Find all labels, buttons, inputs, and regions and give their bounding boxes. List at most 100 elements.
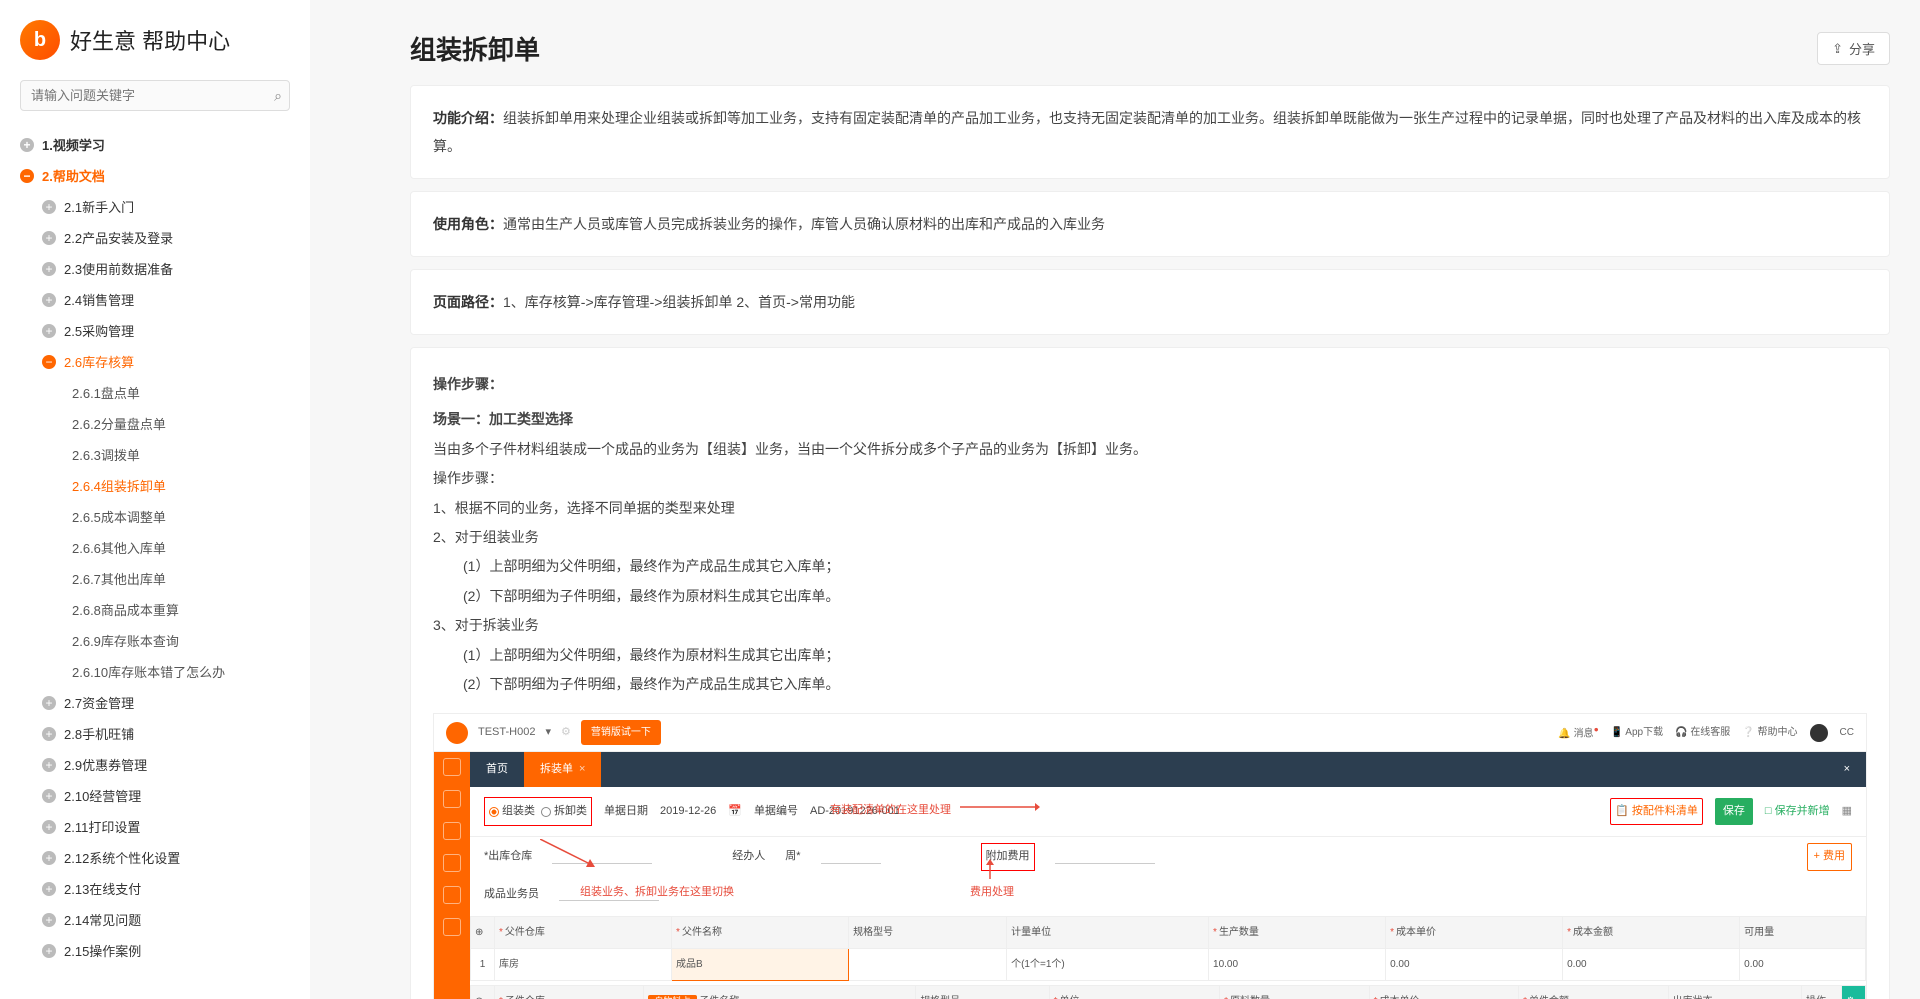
sidebar: b 好生意 帮助中心 ⌕ +1.视频学习 −2.帮助文档 +2.1新手入门 +2…: [0, 0, 310, 999]
ss-addfee-button: + 费用: [1807, 843, 1852, 870]
th-settings-icon: ⚙: [1842, 985, 1866, 999]
ss-nav-icon: [443, 918, 461, 936]
ss-trial-badge: 营销版试一下: [581, 720, 661, 745]
ss-op-label: 经办人: [732, 845, 765, 868]
nav-2-7[interactable]: +2.7资金管理: [20, 687, 290, 718]
nav-2-4[interactable]: +2.4销售管理: [20, 284, 290, 315]
arrow-icon: [980, 859, 1000, 879]
nav-2-6-5[interactable]: 2.6.5成本调整单: [20, 501, 290, 532]
search-icon[interactable]: ⌕: [274, 87, 282, 104]
steps-heading: 操作步骤：: [433, 370, 1867, 399]
plus-icon: +: [42, 262, 56, 276]
ss-app-link: 📱 App下载: [1611, 722, 1663, 743]
nav-2-9[interactable]: +2.9优惠券管理: [20, 749, 290, 780]
plus-icon: +: [42, 758, 56, 772]
step-3b: (2）下部明细为子件明细，最终作为产成品生成其它入库单。: [433, 670, 1867, 699]
nav-2-6-10[interactable]: 2.6.10库存账本错了怎么办: [20, 656, 290, 687]
ss-tab-home: 首页: [470, 752, 524, 787]
ss-username: CC: [1840, 722, 1854, 743]
path-card: 页面路径：1、库存核算->库存管理->组装拆卸单 2、首页->常用功能: [410, 269, 1890, 335]
nav-2-15[interactable]: +2.15操作案例: [20, 935, 290, 966]
role-card: 使用角色：通常由生产人员或库管人员完成拆装业务的操作，库管人员确认原材料的出库和…: [410, 191, 1890, 257]
ss-filter-row2: 成品业务员 组装业务、拆卸业务在这里切换 费用处理: [470, 877, 1866, 912]
annotation-fee: 费用处理: [970, 881, 1014, 904]
step-3: 3、对于拆装业务: [433, 611, 1867, 640]
share-button[interactable]: ⇪ 分享: [1817, 32, 1890, 65]
plus-icon: +: [20, 138, 34, 152]
ss-tabs: 首页 拆装单× ×: [470, 752, 1866, 787]
nav-2-6-3[interactable]: 2.6.3调拨单: [20, 439, 290, 470]
ss-close-all-icon: ×: [1828, 752, 1866, 787]
nav-2-5[interactable]: +2.5采购管理: [20, 315, 290, 346]
brand: b 好生意 帮助中心: [20, 20, 290, 60]
plus-icon: +: [42, 789, 56, 803]
th-child-op: 操作: [1802, 985, 1842, 999]
path-text: 1、库存核算->库存管理->组装拆卸单 2、首页->常用功能: [503, 294, 855, 310]
ss-type-radios: 组装类 拆卸类: [484, 797, 592, 826]
path-label: 页面路径：: [433, 294, 503, 310]
step-2a: (1）上部明细为父件明细，最终作为产成品生成其它入库单；: [433, 552, 1867, 581]
ss-company: TEST-H002: [478, 721, 535, 744]
ss-nav-icon: [443, 790, 461, 808]
ss-bell-icon: 🔔 消息●: [1558, 721, 1598, 744]
minus-icon: −: [42, 355, 56, 369]
ss-service-link: 🎧 在线客服: [1675, 722, 1730, 743]
th-parent-price: 成本单价: [1386, 916, 1563, 948]
intro-card: 功能介绍：组装拆卸单用来处理企业组装或拆卸等加工业务，支持有固定装配清单的产品加…: [410, 85, 1890, 179]
ss-radio-disassemble: 拆卸类: [541, 800, 587, 823]
plus-icon: +: [42, 820, 56, 834]
page-title: 组装拆卸单: [410, 30, 540, 67]
nav-2-6-6[interactable]: 2.6.6其他入库单: [20, 532, 290, 563]
nav-2-6-7[interactable]: 2.6.7其他出库单: [20, 563, 290, 594]
plus-icon: +: [42, 727, 56, 741]
parent-name-cell: 成品B: [672, 948, 849, 980]
ops-label: 操作步骤：: [433, 464, 1867, 493]
ss-nav-icon: [443, 758, 461, 776]
intro-text: 组装拆卸单用来处理企业组装或拆卸等加工业务，支持有固定装配清单的产品加工业务，也…: [433, 110, 1861, 154]
nav-2-6-4[interactable]: 2.6.4组装拆卸单: [20, 470, 290, 501]
step-3a: (1）上部明细为父件明细，最终作为原材料生成其它出库单；: [433, 641, 1867, 670]
nav-2-12[interactable]: +2.12系统个性化设置: [20, 842, 290, 873]
nav-docs[interactable]: −2.帮助文档: [20, 160, 290, 191]
th-parent-wh: 父件仓库: [495, 916, 672, 948]
nav-2-6-8[interactable]: 2.6.8商品成本重算: [20, 594, 290, 625]
nav-2-8[interactable]: +2.8手机旺铺: [20, 718, 290, 749]
nav-video[interactable]: +1.视频学习: [20, 129, 290, 160]
ss-more-icon: ▦: [1842, 800, 1852, 823]
nav-2-3[interactable]: +2.3使用前数据准备: [20, 253, 290, 284]
close-icon: ×: [579, 763, 585, 775]
nav-2-14[interactable]: +2.14常见问题: [20, 904, 290, 935]
calendar-icon: 📅: [728, 800, 742, 823]
plus-icon: +: [42, 696, 56, 710]
ss-nav-icon: [443, 854, 461, 872]
th-child-unit: 单位: [1049, 985, 1220, 999]
ss-filter-row: *出库仓库 经办人 周* 附加费用 + 费用: [470, 837, 1866, 876]
nav-2-13[interactable]: +2.13在线支付: [20, 873, 290, 904]
ss-nav-icon: [443, 822, 461, 840]
ss-avatar-icon: [1810, 724, 1828, 742]
nav-2-1[interactable]: +2.1新手入门: [20, 191, 290, 222]
th-child-spec: 规格型号: [916, 985, 1049, 999]
embedded-screenshot: TEST-H002 ▾ ⚙ 营销版试一下 🔔 消息● 📱 App下载 🎧 在线客…: [433, 713, 1867, 999]
ss-bom-button: 📋 按配件料清单: [1610, 798, 1703, 825]
plus-icon: +: [42, 851, 56, 865]
intro-label: 功能介绍：: [433, 110, 503, 126]
nav-2-2[interactable]: +2.2产品安装及登录: [20, 222, 290, 253]
search-input[interactable]: [20, 80, 290, 111]
step-1: 1、根据不同的业务，选择不同单据的类型来处理: [433, 494, 1867, 523]
nav-2-10[interactable]: +2.10经营管理: [20, 780, 290, 811]
nav-2-6-9[interactable]: 2.6.9库存账本查询: [20, 625, 290, 656]
nav-2-6-1[interactable]: 2.6.1盘点单: [20, 377, 290, 408]
ss-biz-label: 成品业务员: [484, 883, 539, 906]
th-child-amount: 单件金额: [1519, 985, 1668, 999]
share-icon: ⇪: [1832, 41, 1843, 57]
nav-2-6-2[interactable]: 2.6.2分量盘点单: [20, 408, 290, 439]
main-content: 组装拆卸单 ⇪ 分享 功能介绍：组装拆卸单用来处理企业组装或拆卸等加工业务，支持…: [310, 0, 1920, 999]
th-expand: ⊕: [471, 985, 495, 999]
nav-2-11[interactable]: +2.11打印设置: [20, 811, 290, 842]
ss-date-label: 单据日期: [604, 800, 648, 823]
th-parent-qty: 生产数量: [1209, 916, 1386, 948]
nav-2-6[interactable]: −2.6库存核算: [20, 346, 290, 377]
th-parent-spec: 规格型号: [849, 916, 1007, 948]
ss-op-value: 周*: [785, 845, 800, 868]
